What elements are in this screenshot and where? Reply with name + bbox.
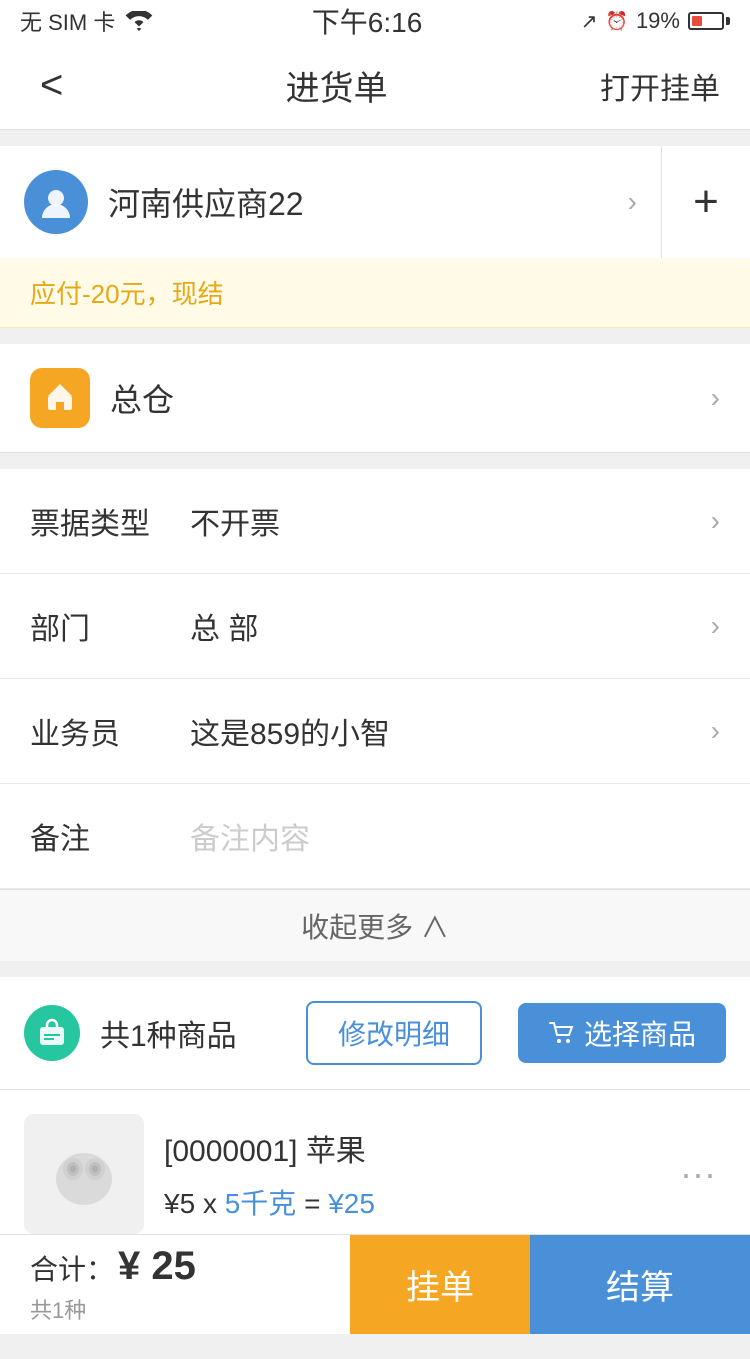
invoice-type-chevron-icon: › xyxy=(711,505,720,537)
salesperson-chevron-icon: › xyxy=(711,715,720,747)
status-bar: 无 SIM 卡 下午6:16 ↗ ⏰ 19% xyxy=(0,0,750,42)
battery-icon xyxy=(688,12,730,30)
cart-icon xyxy=(548,1021,576,1045)
supplier-name: 河南供应商22 xyxy=(108,179,608,225)
warehouse-icon xyxy=(30,368,90,428)
gap-3 xyxy=(0,453,750,469)
alarm-icon: ⏰ xyxy=(606,11,628,32)
remark-input[interactable]: 备注内容 xyxy=(190,814,720,858)
price-separator: x xyxy=(203,1188,225,1219)
product-title-text: 苹果 xyxy=(306,1135,366,1168)
status-right: ↗ ⏰ 19% xyxy=(581,8,730,34)
battery-percent: 19% xyxy=(636,8,680,34)
salesperson-row[interactable]: 业务员 这是859的小智 › xyxy=(0,679,750,784)
back-button[interactable]: < xyxy=(30,53,73,118)
salesperson-value: 这是859的小智 xyxy=(190,709,711,753)
product-more-button[interactable]: ··· xyxy=(670,1143,726,1205)
invoice-type-value: 不开票 xyxy=(190,499,711,543)
equals-sign: = xyxy=(304,1188,328,1219)
salesperson-label: 业务员 xyxy=(30,709,190,753)
department-value: 总 部 xyxy=(190,604,711,648)
owl-logo-icon: 督+ xyxy=(44,1134,124,1214)
status-left: 无 SIM 卡 xyxy=(20,5,153,37)
product-name: [0000001] 苹果 xyxy=(164,1126,650,1170)
carrier-text: 无 SIM 卡 xyxy=(20,5,115,37)
select-product-button[interactable]: 选择商品 xyxy=(518,1003,726,1063)
remark-row[interactable]: 备注 备注内容 xyxy=(0,784,750,889)
page-title: 进货单 xyxy=(286,61,388,110)
supplier-selector[interactable]: 河南供应商22 › xyxy=(0,146,662,258)
supplier-alert: 应付-20元，现结 xyxy=(0,258,750,328)
total-amount: ¥ 25 xyxy=(118,1244,196,1289)
warehouse-name: 总仓 xyxy=(110,375,691,421)
form-section: 票据类型 不开票 › 部门 总 部 › 业务员 这是859的小智 › 备注 备注… xyxy=(0,469,750,889)
product-header-icon xyxy=(24,1005,80,1061)
add-supplier-button[interactable]: + xyxy=(662,146,750,258)
nav-bar: < 进货单 打开挂单 xyxy=(0,42,750,130)
wifi-icon xyxy=(125,11,153,31)
product-total: ¥25 xyxy=(328,1188,375,1219)
gap-1 xyxy=(0,130,750,146)
product-info: [0000001] 苹果 ¥5 x 5千克 = ¥25 xyxy=(164,1126,650,1222)
total-section: 合计： ¥ 25 共1种 xyxy=(0,1235,350,1334)
department-label: 部门 xyxy=(30,604,190,648)
product-thumbnail: 督+ xyxy=(24,1114,144,1234)
invoice-type-label: 票据类型 xyxy=(30,499,190,543)
open-hang-button[interactable]: 打开挂单 xyxy=(600,64,720,108)
remark-label: 备注 xyxy=(30,814,190,858)
product-header: 共1种商品 修改明细 选择商品 xyxy=(0,977,750,1090)
bottom-bar: 合计： ¥ 25 共1种 挂单 结算 xyxy=(0,1234,750,1334)
location-icon: ↗ xyxy=(581,9,598,34)
status-time: 下午6:16 xyxy=(312,1,423,41)
department-row[interactable]: 部门 总 部 › xyxy=(0,574,750,679)
invoice-type-row[interactable]: 票据类型 不开票 › xyxy=(0,469,750,574)
checkout-button[interactable]: 结算 xyxy=(530,1235,750,1334)
svg-text:督+: 督+ xyxy=(70,1190,92,1206)
hang-button[interactable]: 挂单 xyxy=(350,1235,530,1334)
modify-detail-button[interactable]: 修改明细 xyxy=(306,1001,482,1065)
warehouse-chevron-icon: › xyxy=(711,382,720,414)
gap-2 xyxy=(0,328,750,344)
product-unit-price: ¥5 xyxy=(164,1188,195,1219)
product-quantity: 5千克 xyxy=(225,1188,297,1219)
warehouse-selector[interactable]: 总仓 › xyxy=(0,344,750,452)
supplier-section: 河南供应商22 › + xyxy=(0,146,750,258)
product-code: [0000001] xyxy=(164,1135,297,1168)
product-count: 共1种商品 xyxy=(100,1011,286,1055)
product-price-row: ¥5 x 5千克 = ¥25 xyxy=(164,1182,650,1222)
warehouse-section: 总仓 › xyxy=(0,344,750,453)
total-count: 共1种 xyxy=(30,1293,320,1325)
collapse-button[interactable]: 收起更多 ∧ xyxy=(0,889,750,961)
supplier-chevron-icon: › xyxy=(628,186,637,218)
supplier-avatar xyxy=(24,170,88,234)
department-chevron-icon: › xyxy=(711,610,720,642)
total-label: 合计： xyxy=(30,1248,114,1288)
select-product-label: 选择商品 xyxy=(584,1013,696,1053)
